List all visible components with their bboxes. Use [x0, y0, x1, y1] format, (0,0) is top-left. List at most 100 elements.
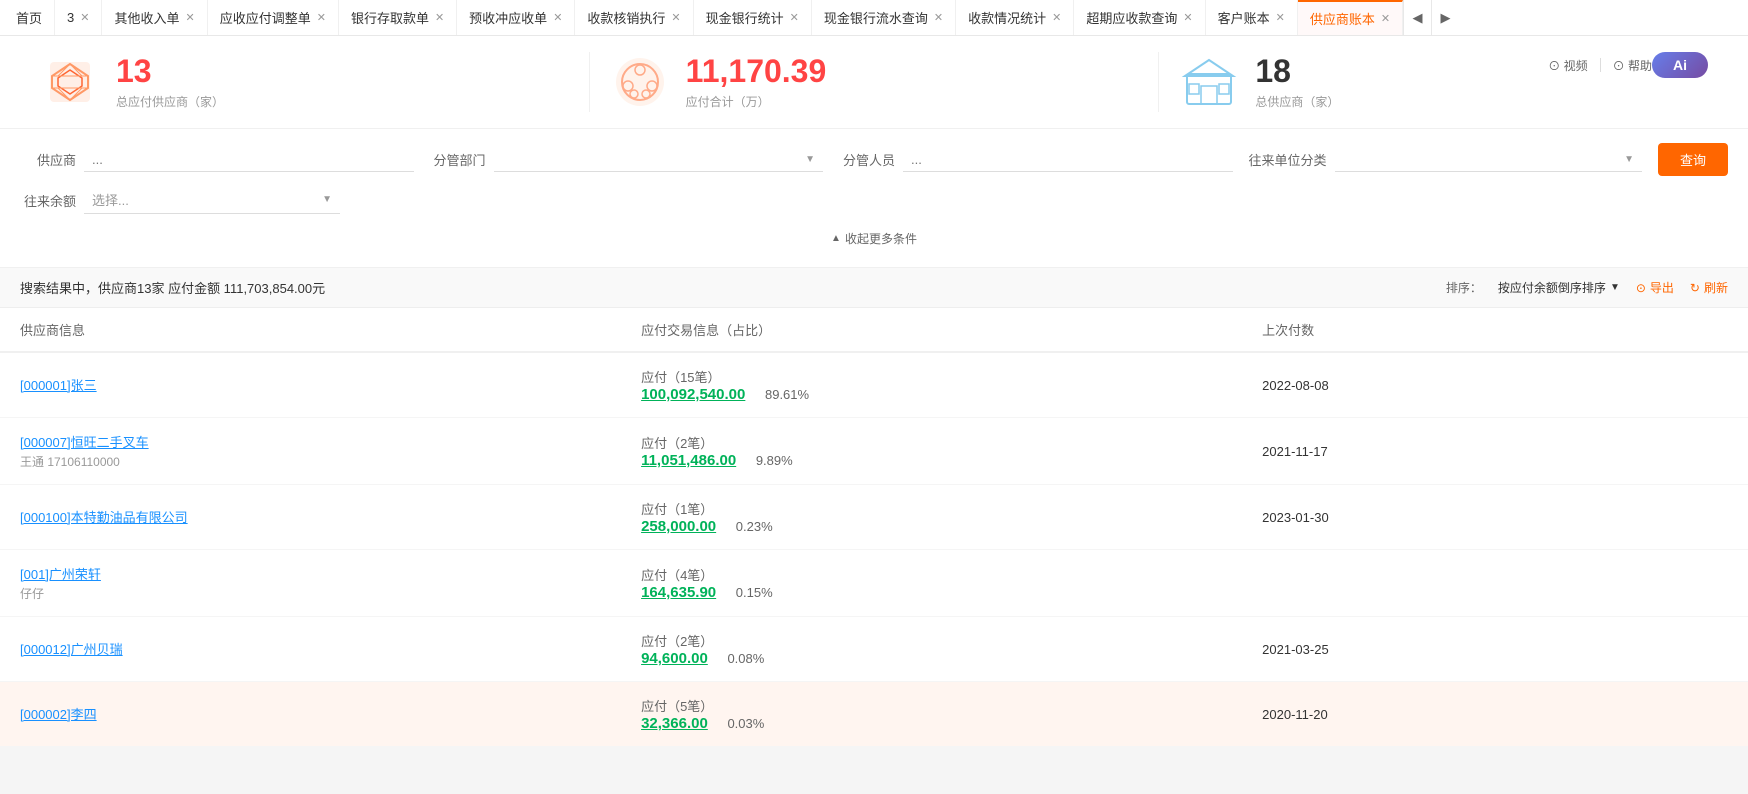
nav-tab-prepayment[interactable]: 预收冲应收单 ✕ — [457, 0, 575, 36]
supplier-contact: 仔仔 — [20, 585, 641, 602]
nav-tab-overdue-query[interactable]: 超期应收款查询 ✕ — [1074, 0, 1205, 36]
nav-tab-3[interactable]: 3 ✕ — [55, 0, 102, 36]
close-icon[interactable]: ✕ — [671, 11, 680, 24]
payable-label: 应付（4笔） — [641, 565, 1262, 584]
category-dropdown-icon: ▼ — [1624, 154, 1634, 165]
summary-payable-total-content: 11,170.39 应付合计（万） — [686, 54, 827, 110]
payable-amount[interactable]: 11,051,486.00 — [641, 452, 736, 469]
diamond-icon — [40, 52, 100, 112]
nav-tab-collection[interactable]: 收款核销执行 ✕ — [575, 0, 693, 36]
close-icon[interactable]: ✕ — [1381, 12, 1390, 25]
nav-tab-cash-bank-stat[interactable]: 现金银行统计 ✕ — [694, 0, 812, 36]
supplier-input-wrap[interactable] — [84, 148, 414, 172]
payable-total-value: 11,170.39 — [686, 54, 827, 89]
nav-tab-supplier-ledger[interactable]: 供应商账本 ✕ — [1298, 0, 1403, 36]
payable-amount[interactable]: 164,635.90 — [641, 584, 716, 601]
supplier-info-cell: [000002]李四 — [20, 704, 641, 725]
supplier-link[interactable]: [000100]本特勤油品有限公司 — [20, 507, 641, 526]
filter-row-1: 供应商 分管部门 ▼ 分管人员 往来单位分类 ▼ — [20, 143, 1728, 176]
supplier-info-cell: [000001]张三 — [20, 375, 641, 396]
search-button[interactable]: 查询 — [1658, 143, 1728, 176]
last-pay-date: 2022-08-08 — [1262, 378, 1728, 393]
supplier-link[interactable]: [000001]张三 — [20, 375, 641, 394]
refresh-button[interactable]: ↻ 刷新 — [1690, 279, 1728, 296]
filter-category: 往来单位分类 ▼ — [1249, 148, 1643, 172]
table-row: [000012]广州贝瑞 应付（2笔） 94,600.00 0.08% 2021… — [0, 617, 1748, 682]
grain-icon — [610, 52, 670, 112]
close-icon[interactable]: ✕ — [1052, 11, 1061, 24]
refresh-icon: ↻ — [1690, 281, 1700, 295]
close-icon[interactable]: ✕ — [80, 11, 89, 24]
payable-label: 应付（15笔） — [641, 367, 1262, 386]
payable-amount[interactable]: 94,600.00 — [641, 650, 708, 667]
main-table: 供应商信息 应付交易信息（占比） 上次付数 [000001]张三 应付（15笔）… — [0, 308, 1748, 747]
help-link[interactable]: ⊙ 帮助 — [1613, 57, 1652, 74]
payable-info-cell: 应付（1笔） 258,000.00 0.23% — [641, 499, 1262, 535]
payable-amount[interactable]: 258,000.00 — [641, 518, 716, 535]
department-select-wrap[interactable]: ▼ — [494, 148, 824, 172]
filter-supplier: 供应商 — [20, 148, 414, 172]
category-select-wrap[interactable]: ▼ — [1335, 148, 1642, 172]
nav-tab-other-income[interactable]: 其他收入单 ✕ — [102, 0, 207, 36]
payable-ratio: 0.23% — [736, 519, 773, 534]
payable-ratio: 9.89% — [756, 453, 793, 468]
sort-selector[interactable]: 按应付余额倒序排序 ▼ — [1498, 279, 1620, 296]
supplier-link[interactable]: [001]广州荣轩 — [20, 564, 641, 583]
payable-label: 应付（2笔） — [641, 433, 1262, 452]
person-input[interactable] — [911, 152, 1225, 167]
payable-info-cell: 应付（2笔） 94,600.00 0.08% — [641, 631, 1262, 667]
filter-balance: 往来余额 选择... ▼ — [20, 186, 340, 214]
nav-tab-cash-flow-query[interactable]: 现金银行流水查询 ✕ — [812, 0, 956, 36]
table-header: 供应商信息 应付交易信息（占比） 上次付数 — [0, 308, 1748, 353]
supplier-info-cell: [000007]恒旺二手叉车 王通 17106110000 — [20, 432, 641, 470]
video-icon: ⊙ — [1548, 59, 1560, 73]
supplier-info-cell: [000100]本特勤油品有限公司 — [20, 507, 641, 528]
nav-tab-customer-ledger[interactable]: 客户账本 ✕ — [1206, 0, 1298, 36]
export-button[interactable]: ⊙ 导出 — [1636, 279, 1674, 296]
video-link[interactable]: ⊙ 视频 — [1548, 57, 1587, 74]
supplier-link[interactable]: [000002]李四 — [20, 704, 641, 723]
summary-payable-suppliers-content: 13 总应付供应商（家） — [116, 54, 224, 110]
close-icon[interactable]: ✕ — [185, 11, 194, 24]
close-icon[interactable]: ✕ — [1183, 11, 1192, 24]
nav-left-arrow[interactable]: ◀ — [1403, 0, 1431, 36]
close-icon[interactable]: ✕ — [790, 11, 799, 24]
collapse-button[interactable]: ▲ 收起更多条件 — [20, 224, 1728, 253]
supplier-input[interactable] — [92, 152, 406, 167]
nav-right-arrow[interactable]: ▶ — [1431, 0, 1459, 36]
balance-select-wrap[interactable]: 选择... ▼ — [84, 186, 340, 214]
payable-amount[interactable]: 32,366.00 — [641, 715, 708, 732]
payable-info-cell: 应付（15笔） 100,092,540.00 89.61% — [641, 367, 1262, 403]
store-icon — [1179, 52, 1239, 112]
supplier-info-cell: [000012]广州贝瑞 — [20, 639, 641, 660]
department-dropdown-icon: ▼ — [805, 154, 815, 165]
person-input-wrap[interactable] — [903, 148, 1233, 172]
ai-badge[interactable]: Ai — [1652, 52, 1708, 78]
payable-ratio: 0.08% — [727, 651, 764, 666]
close-icon[interactable]: ✕ — [553, 11, 562, 24]
summary-card-payable-total: 11,170.39 应付合计（万） — [590, 52, 1160, 112]
payable-label: 应付（2笔） — [641, 631, 1262, 650]
payable-amount[interactable]: 100,092,540.00 — [641, 386, 745, 403]
payable-info-cell: 应付（4笔） 164,635.90 0.15% — [641, 565, 1262, 601]
payable-ratio: 0.15% — [736, 585, 773, 600]
payable-label: 应付（1笔） — [641, 499, 1262, 518]
category-input[interactable] — [1343, 152, 1625, 167]
table-row: [000001]张三 应付（15笔） 100,092,540.00 89.61%… — [0, 353, 1748, 418]
category-label: 往来单位分类 — [1249, 150, 1327, 169]
last-pay-date: 2021-11-17 — [1262, 444, 1728, 459]
nav-tab-bank-deposit[interactable]: 银行存取款单 ✕ — [339, 0, 457, 36]
close-icon[interactable]: ✕ — [934, 11, 943, 24]
supplier-link[interactable]: [000007]恒旺二手叉车 — [20, 432, 641, 451]
supplier-link[interactable]: [000012]广州贝瑞 — [20, 639, 641, 658]
nav-tab-home[interactable]: 首页 — [4, 0, 55, 36]
nav-tab-collection-stat[interactable]: 收款情况统计 ✕ — [956, 0, 1074, 36]
close-icon[interactable]: ✕ — [1276, 11, 1285, 24]
balance-label: 往来余额 — [20, 191, 76, 210]
summary-header: 13 总应付供应商（家） 11,170.39 应付合计（万） — [0, 36, 1748, 129]
nav-tab-adjustment[interactable]: 应收应付调整单 ✕ — [208, 0, 339, 36]
close-icon[interactable]: ✕ — [317, 11, 326, 24]
close-icon[interactable]: ✕ — [435, 11, 444, 24]
department-input[interactable] — [502, 152, 806, 167]
balance-dropdown-icon: ▼ — [322, 194, 332, 205]
